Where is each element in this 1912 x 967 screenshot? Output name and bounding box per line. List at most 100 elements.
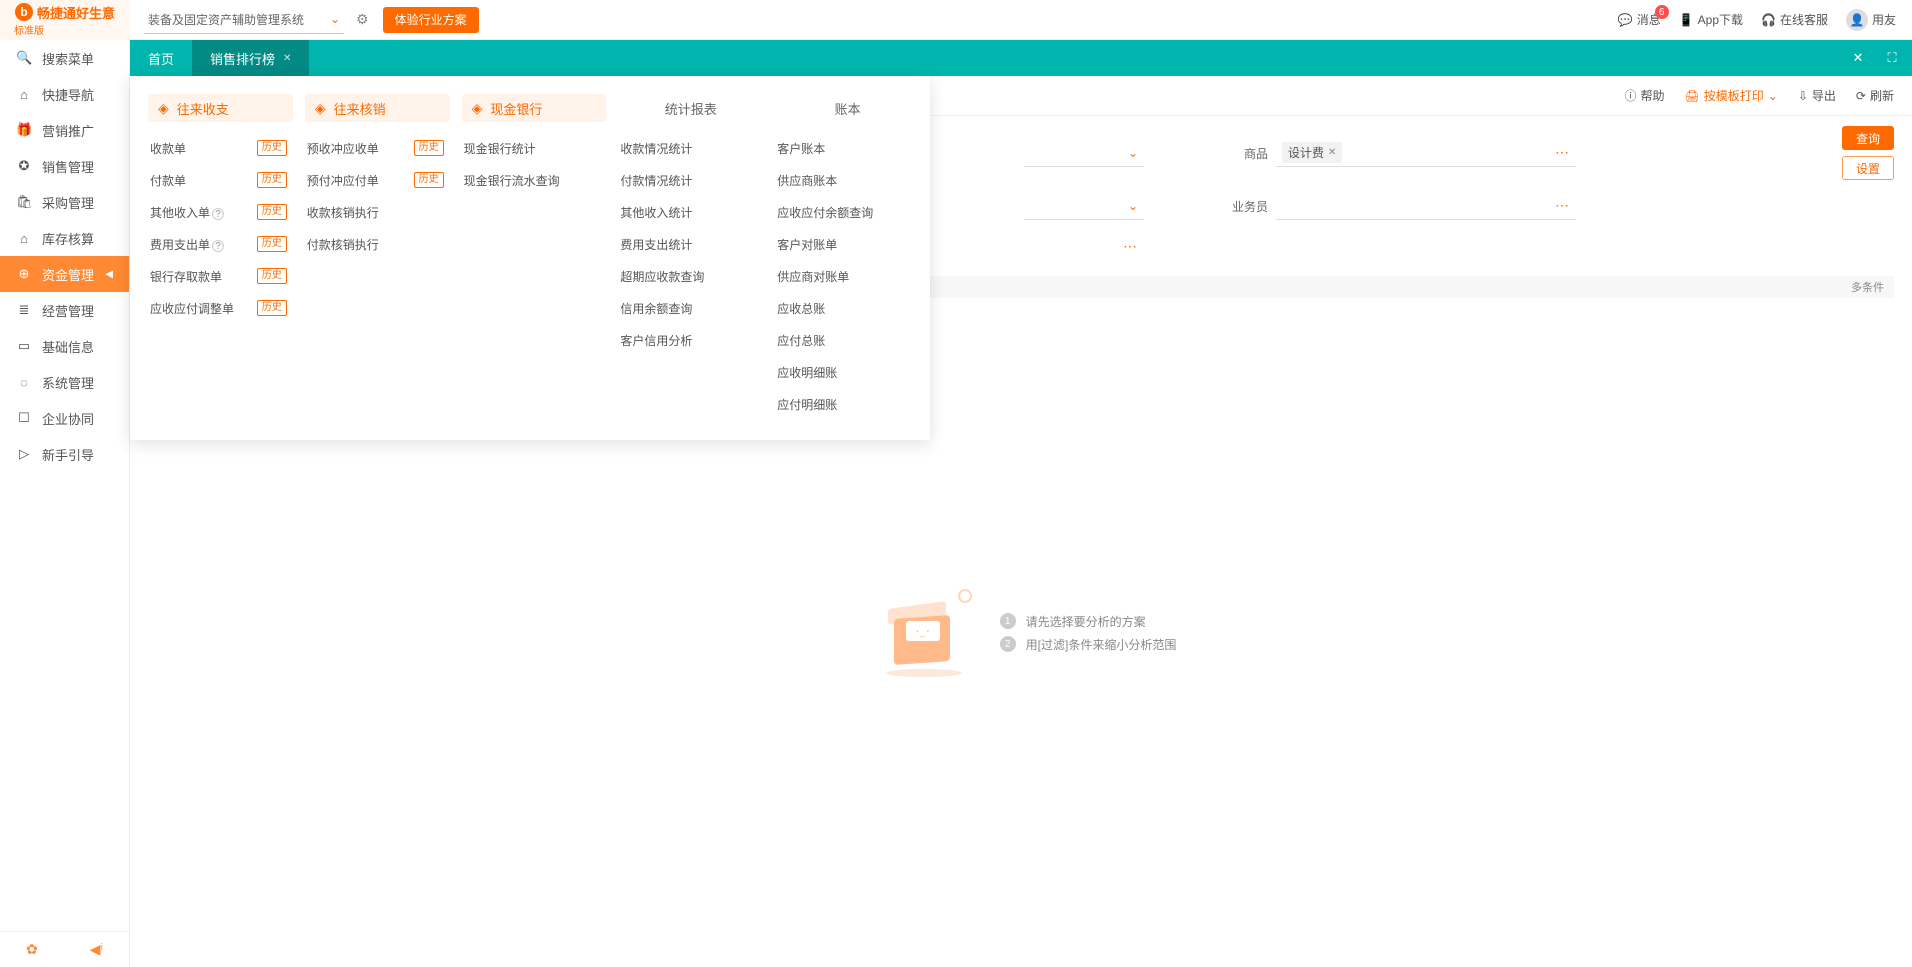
mega-menu-item[interactable]: 应付总账 <box>775 324 920 356</box>
mega-menu-item[interactable]: 供应商账本 <box>775 164 920 196</box>
mega-column: 账本客户账本供应商账本应收应付余额查询客户对账单供应商对账单应收总账应付总账应收… <box>775 94 920 420</box>
tab-close-all-icon[interactable]: ✕ <box>1844 44 1872 72</box>
mega-item-label: 供应商对账单 <box>777 268 849 285</box>
history-tag[interactable]: 历史 <box>257 300 287 316</box>
system-select[interactable]: 装备及固定资产辅助管理系统 ⌄ <box>144 6 344 34</box>
mega-item-label: 应付总账 <box>777 332 825 349</box>
messages-button[interactable]: 💬 消息 6 <box>1618 11 1661 28</box>
history-tag[interactable]: 历史 <box>414 140 444 156</box>
mega-item-label: 客户对账单 <box>777 236 837 253</box>
more-icon[interactable]: ⋯ <box>1555 197 1570 214</box>
history-tag[interactable]: 历史 <box>414 172 444 188</box>
refresh-button[interactable]: ⟳ 刷新 <box>1856 87 1894 104</box>
operator-field[interactable]: ⋯ <box>1276 192 1576 220</box>
mega-menu-item[interactable]: 费用支出统计 <box>618 228 763 260</box>
mega-menu-item[interactable]: 客户账本 <box>775 132 920 164</box>
mega-menu-item[interactable]: 现金银行统计 <box>462 132 607 164</box>
mega-menu-item[interactable]: 客户信用分析 <box>618 324 763 356</box>
support-button[interactable]: 🎧 在线客服 <box>1761 11 1828 28</box>
more-icon[interactable]: ⋯ <box>1123 238 1138 255</box>
mega-menu-item[interactable]: 收款核销执行 <box>305 196 450 228</box>
mega-menu-item[interactable]: 收款单历史 <box>148 132 293 164</box>
settings-button[interactable]: 设置 <box>1842 156 1894 180</box>
mega-menu-item[interactable]: 应收应付调整单历史 <box>148 292 293 324</box>
sidebar-item-1[interactable]: ⌂快捷导航 <box>0 76 129 112</box>
mega-menu-item[interactable]: 费用支出单?历史 <box>148 228 293 260</box>
mega-menu-item[interactable]: 付款核销执行 <box>305 228 450 260</box>
export-button[interactable]: ⇩ 导出 <box>1798 87 1836 104</box>
history-tag[interactable]: 历史 <box>257 268 287 284</box>
mega-menu-item[interactable]: 应收明细账 <box>775 356 920 388</box>
sidebar-item-icon: ▷ <box>16 446 32 462</box>
tab-sales-ranking[interactable]: 销售排行榜 ✕ <box>192 40 309 76</box>
logo[interactable]: b 畅捷通好生意 标准版 <box>0 0 130 40</box>
sidebar-item-7[interactable]: ≣经营管理 <box>0 292 129 328</box>
product-chip-label: 设计费 <box>1288 144 1324 161</box>
sidebar-item-4[interactable]: 🛍采购管理 <box>0 184 129 220</box>
fullscreen-icon[interactable]: ⛶ <box>1878 44 1906 72</box>
tab-active-label: 销售排行榜 <box>210 49 275 68</box>
mega-menu-item[interactable]: 付款单历史 <box>148 164 293 196</box>
sidebar-item-9[interactable]: ◌系统管理 <box>0 364 129 400</box>
mega-menu-item[interactable]: 银行存取款单历史 <box>148 260 293 292</box>
mega-menu-item[interactable]: 现金银行流水查询 <box>462 164 607 196</box>
chevron-down-icon: ⌄ <box>1128 146 1138 160</box>
tab-home[interactable]: 首页 <box>130 40 192 76</box>
mega-menu-item[interactable]: 预付冲应付单 历史 <box>305 164 450 196</box>
product-field[interactable]: 设计费 ✕ ⋯ <box>1276 139 1576 167</box>
info-sup-icon: ? <box>212 208 224 220</box>
query-button[interactable]: 查询 <box>1842 126 1894 150</box>
hidden-select-3[interactable]: ⋯ <box>1024 232 1144 260</box>
mega-column-header: ◈往来核销 <box>305 94 450 122</box>
mega-item-label: 预付冲应付单 <box>307 172 379 189</box>
sidebar-item-8[interactable]: ▭基础信息 <box>0 328 129 364</box>
mega-menu-item[interactable]: 信用余额查询 <box>618 292 763 324</box>
industry-plan-button[interactable]: 体验行业方案 <box>383 7 479 33</box>
close-icon[interactable]: ✕ <box>283 53 291 64</box>
mega-column-title: 往来核销 <box>334 99 386 118</box>
mega-menu-item[interactable]: 超期应收款查询 <box>618 260 763 292</box>
sidebar-item-11[interactable]: ▷新手引导 <box>0 436 129 472</box>
gear-icon[interactable]: ⚙ <box>356 11 369 28</box>
app-download-button[interactable]: 📱 App下载 <box>1679 11 1743 28</box>
sidebar-item-label: 销售管理 <box>42 157 94 176</box>
mega-menu-item[interactable]: 应收总账 <box>775 292 920 324</box>
print-template-button[interactable]: 🖨 按模板打印 ⌄ <box>1685 87 1778 104</box>
mega-menu-item[interactable]: 预收冲应收单历史 <box>305 132 450 164</box>
more-icon[interactable]: ⋯ <box>1555 144 1570 161</box>
mega-menu-item[interactable]: 应收应付余额查询 <box>775 196 920 228</box>
chip-remove-icon[interactable]: ✕ <box>1328 147 1336 158</box>
mega-menu-item[interactable]: 客户对账单 <box>775 228 920 260</box>
mega-menu-item[interactable]: 其他收入单?历史 <box>148 196 293 228</box>
history-tag[interactable]: 历史 <box>257 236 287 252</box>
mega-column-header: 账本 <box>775 94 920 122</box>
sidebar-item-label: 采购管理 <box>42 193 94 212</box>
collapse-icon[interactable]: ◀ⁱ <box>90 941 103 958</box>
print-icon: 🖨 <box>1685 89 1700 103</box>
sidebar-item-2[interactable]: 🎁营销推广 <box>0 112 129 148</box>
sidebar-item-3[interactable]: ✪销售管理 <box>0 148 129 184</box>
mega-menu-item[interactable]: 付款情况统计 <box>618 164 763 196</box>
help-button[interactable]: ⓘ 帮助 <box>1625 87 1665 104</box>
headset-icon: 🎧 <box>1761 13 1776 27</box>
sidebar-item-6[interactable]: ⊕资金管理◀ <box>0 256 129 292</box>
product-chip[interactable]: 设计费 ✕ <box>1282 142 1342 163</box>
mega-menu-item[interactable]: 收款情况统计 <box>618 132 763 164</box>
tabs-bar: 首页 销售排行榜 ✕ ✕ ⛶ <box>130 40 1912 76</box>
empty-step-2: 2 用[过滤]条件来缩小分析范围 <box>1000 636 1177 653</box>
sidebar-item-label: 搜索菜单 <box>42 49 94 68</box>
mega-menu-item[interactable]: 供应商对账单 <box>775 260 920 292</box>
history-tag[interactable]: 历史 <box>257 172 287 188</box>
hidden-select-2[interactable]: ⌄ <box>1024 192 1144 220</box>
settings-icon[interactable]: ✿ <box>26 941 38 958</box>
history-tag[interactable]: 历史 <box>257 140 287 156</box>
sidebar-item-5[interactable]: ⌂库存核算 <box>0 220 129 256</box>
mega-menu-item[interactable]: 其他收入统计 <box>618 196 763 228</box>
sidebar-item-0[interactable]: 🔍搜索菜单 <box>0 40 129 76</box>
hidden-select-1[interactable]: ⌄ <box>1024 139 1144 167</box>
sidebar-item-10[interactable]: ☐企业协同 <box>0 400 129 436</box>
history-tag[interactable]: 历史 <box>257 204 287 220</box>
user-menu[interactable]: 👤 用友 <box>1846 9 1896 31</box>
sidebar-footer: ✿ ◀ⁱ <box>0 931 129 967</box>
mega-menu-item[interactable]: 应付明细账 <box>775 388 920 420</box>
